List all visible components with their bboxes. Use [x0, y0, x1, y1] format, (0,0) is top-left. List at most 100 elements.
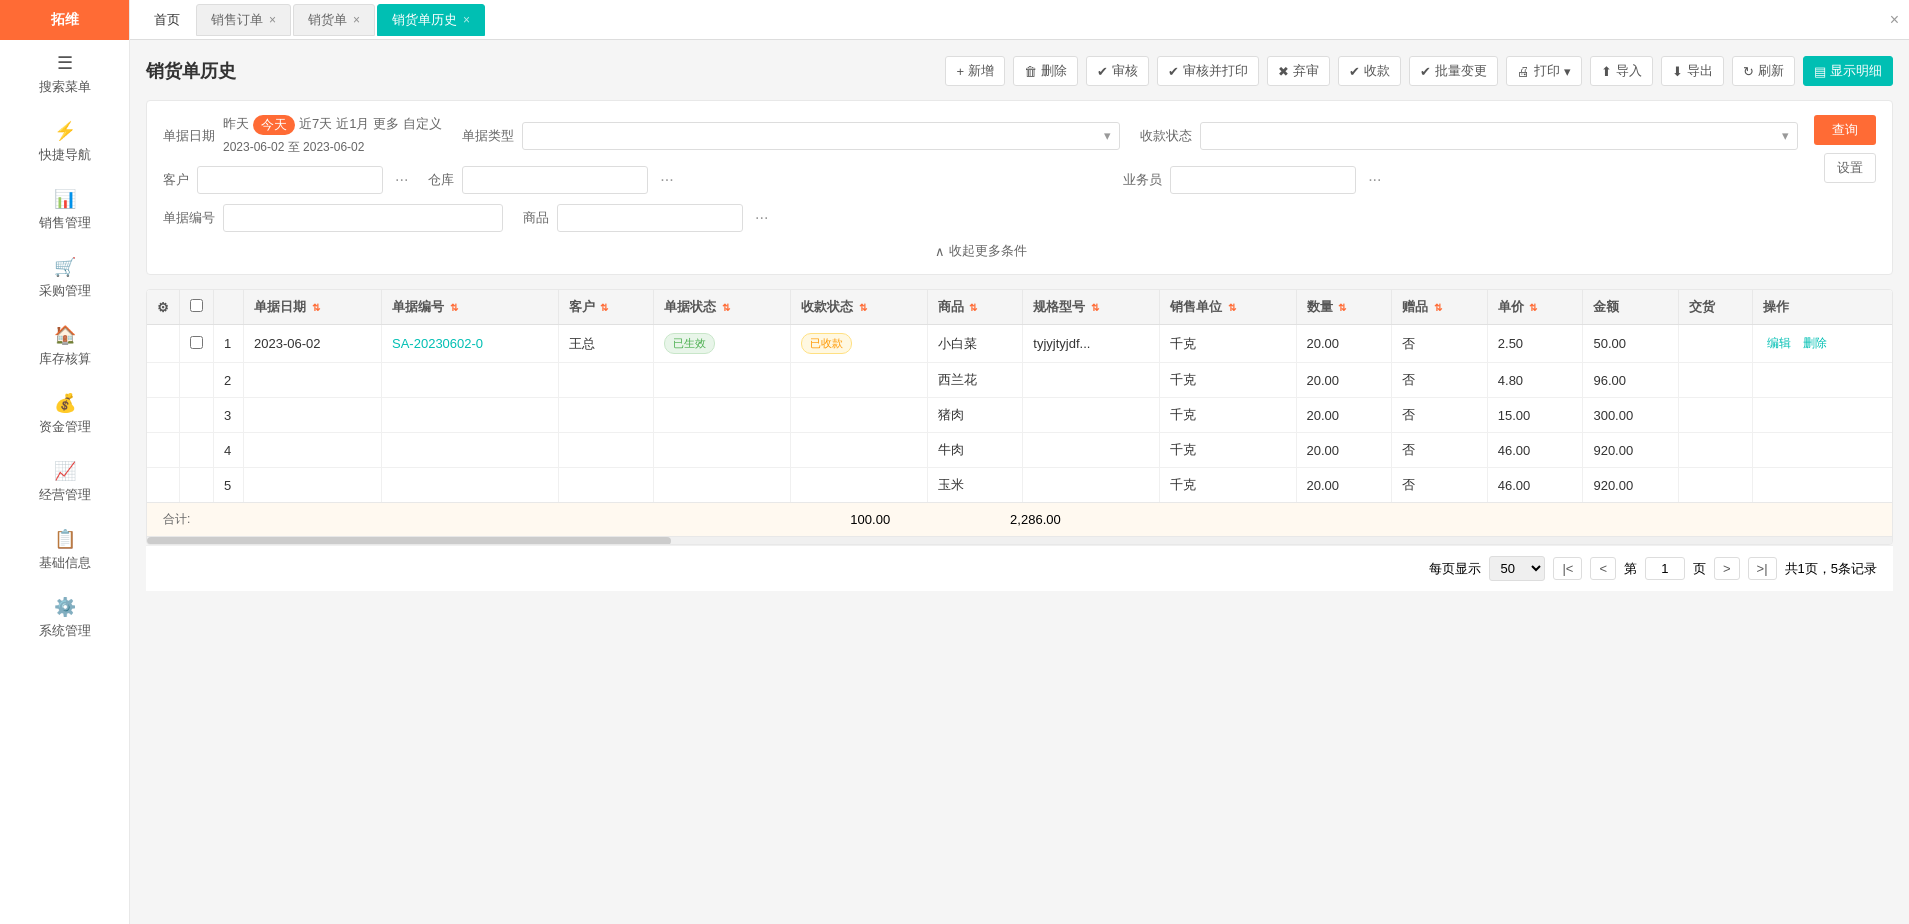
- sidebar-item-finance-mgmt[interactable]: 💰 资金管理: [0, 380, 129, 448]
- last-page-button[interactable]: >|: [1748, 557, 1777, 580]
- sidebar-item-search-menu[interactable]: ☰ 搜索菜单: [0, 40, 129, 108]
- col-customer-cell: [558, 433, 654, 468]
- col-action: 操作: [1753, 290, 1892, 325]
- goods-more-icon[interactable]: ···: [755, 209, 768, 227]
- settings-button[interactable]: 设置: [1824, 153, 1876, 183]
- tab-sales-goods-close[interactable]: ×: [353, 13, 360, 27]
- tab-home[interactable]: 首页: [140, 4, 194, 36]
- purchase-mgmt-icon: 🛒: [54, 256, 76, 278]
- print-button[interactable]: 🖨 打印 ▾: [1506, 56, 1582, 86]
- collect-button[interactable]: ✔ 收款: [1338, 56, 1401, 86]
- col-doc-no[interactable]: 单据编号 ⇅: [382, 290, 559, 325]
- show-detail-button[interactable]: ▤ 显示明细: [1803, 56, 1893, 86]
- sidebar-item-sales-mgmt[interactable]: 📊 销售管理: [0, 176, 129, 244]
- col-unit-price-cell: 2.50: [1487, 325, 1583, 363]
- sidebar-item-inventory[interactable]: 🏠 库存核算: [0, 312, 129, 380]
- doc-type-dropdown-icon[interactable]: ▾: [1104, 128, 1111, 143]
- batch-change-button[interactable]: ✔ 批量变更: [1409, 56, 1498, 86]
- col-settings[interactable]: ⚙: [147, 290, 180, 325]
- staff-more-icon[interactable]: ···: [1368, 171, 1381, 189]
- import-button[interactable]: ⬆ 导入: [1590, 56, 1653, 86]
- col-payment-status-cell: [791, 398, 928, 433]
- customer-input[interactable]: [197, 166, 383, 194]
- tab-bar-close-button[interactable]: ×: [1890, 11, 1899, 29]
- tab-sales-history-close[interactable]: ×: [463, 13, 470, 27]
- col-doc-date[interactable]: 单据日期 ⇅: [244, 290, 382, 325]
- col-goods[interactable]: 商品 ⇅: [927, 290, 1023, 325]
- col-doc-date-cell: [244, 433, 382, 468]
- col-doc-no-cell[interactable]: SA-20230602-0: [382, 325, 559, 363]
- date-quick-1month[interactable]: 近1月: [336, 115, 369, 135]
- query-button[interactable]: 查询: [1814, 115, 1876, 145]
- next-page-button[interactable]: >: [1714, 557, 1740, 580]
- refresh-button[interactable]: ↻ 刷新: [1732, 56, 1795, 86]
- col-settings-cell: [147, 325, 180, 363]
- sidebar-item-quick-nav[interactable]: ⚡ 快捷导航: [0, 108, 129, 176]
- col-gift[interactable]: 赠品 ⇅: [1392, 290, 1488, 325]
- col-unit-price[interactable]: 单价 ⇅: [1487, 290, 1583, 325]
- col-doc-status-cell: [654, 468, 791, 503]
- tab-sales-history[interactable]: 销货单历史 ×: [377, 4, 485, 36]
- abandon-button[interactable]: ✖ 弃审: [1267, 56, 1330, 86]
- table-row: 3 猪肉 千克 20.00 否 15.00 300.00: [147, 398, 1892, 433]
- date-quick-more[interactable]: 更多: [373, 115, 399, 135]
- action-编辑[interactable]: 编辑: [1763, 334, 1795, 352]
- delete-button[interactable]: 🗑 删除: [1013, 56, 1078, 86]
- row-checkbox-0[interactable]: [190, 336, 203, 349]
- filter-date-item: 单据日期 昨天 今天 近7天 近1月 更多 自定义 2: [163, 115, 442, 156]
- sidebar-item-system-mgmt[interactable]: ⚙️ 系统管理: [0, 584, 129, 652]
- per-page-select[interactable]: 50 100: [1489, 556, 1545, 581]
- col-goods-cell: 西兰花: [927, 363, 1023, 398]
- col-goods-cell: 牛肉: [927, 433, 1023, 468]
- customer-more-icon[interactable]: ···: [395, 171, 408, 189]
- filter-goods-label: 商品: [523, 209, 549, 227]
- sidebar-item-basic-info[interactable]: 📋 基础信息: [0, 516, 129, 584]
- date-quick-7days[interactable]: 近7天: [299, 115, 332, 135]
- prev-page-button[interactable]: <: [1590, 557, 1616, 580]
- col-doc-status[interactable]: 单据状态 ⇅: [654, 290, 791, 325]
- review-print-button[interactable]: ✔ 审核并打印: [1157, 56, 1259, 86]
- page-label: 第: [1624, 560, 1637, 578]
- data-table-container: ⚙ 单据日期 ⇅ 单据编号 ⇅ 客户 ⇅ 单据状态 ⇅ 收款状态 ⇅ 商品 ⇅ …: [146, 289, 1893, 545]
- export-button[interactable]: ⬇ 导出: [1661, 56, 1724, 86]
- warehouse-more-icon[interactable]: ···: [660, 171, 673, 189]
- tab-sales-order-close[interactable]: ×: [269, 13, 276, 27]
- staff-input[interactable]: [1170, 166, 1356, 194]
- col-doc-date-cell: [244, 363, 382, 398]
- main-area: 首页 销售订单 × 销货单 × 销货单历史 × × 销货单历史 + 新增: [130, 0, 1909, 924]
- doc-no-input[interactable]: [223, 204, 503, 232]
- select-all-checkbox[interactable]: [190, 299, 203, 312]
- date-quick-custom[interactable]: 自定义: [403, 115, 442, 135]
- table-row: 4 牛肉 千克 20.00 否 46.00 920.00: [147, 433, 1892, 468]
- horizontal-scrollbar[interactable]: [147, 536, 1892, 544]
- sidebar-item-operation-mgmt[interactable]: 📈 经营管理: [0, 448, 129, 516]
- tab-sales-goods[interactable]: 销货单 ×: [293, 4, 375, 36]
- review-button[interactable]: ✔ 审核: [1086, 56, 1149, 86]
- filter-staff-item: 业务员 ···: [1123, 166, 1798, 194]
- col-payment-status[interactable]: 收款状态 ⇅: [791, 290, 928, 325]
- col-doc-no-cell: [382, 433, 559, 468]
- collapse-button[interactable]: ∧ 收起更多条件: [163, 242, 1798, 260]
- col-customer[interactable]: 客户 ⇅: [558, 290, 654, 325]
- date-quick-today[interactable]: 今天: [253, 115, 295, 135]
- col-check[interactable]: [180, 290, 214, 325]
- col-spec-type[interactable]: 规格型号 ⇅: [1023, 290, 1160, 325]
- tab-sales-order[interactable]: 销售订单 ×: [196, 4, 291, 36]
- action-删除[interactable]: 删除: [1799, 334, 1831, 352]
- page-number-input[interactable]: [1645, 557, 1685, 580]
- basic-info-icon: 📋: [54, 528, 76, 550]
- filter-customer-item: 客户 ···: [163, 166, 408, 194]
- first-page-button[interactable]: |<: [1553, 557, 1582, 580]
- date-quick-yesterday[interactable]: 昨天: [223, 115, 249, 135]
- scroll-thumb[interactable]: [147, 537, 671, 545]
- col-quantity[interactable]: 数量 ⇅: [1296, 290, 1392, 325]
- col-doc-date-cell: [244, 398, 382, 433]
- warehouse-input[interactable]: [462, 166, 648, 194]
- col-sales-unit[interactable]: 销售单位 ⇅: [1159, 290, 1296, 325]
- col-row-no-cell: 4: [214, 433, 244, 468]
- payment-status-dropdown-icon[interactable]: ▾: [1782, 128, 1789, 143]
- sidebar-item-purchase-mgmt[interactable]: 🛒 采购管理: [0, 244, 129, 312]
- new-button[interactable]: + 新增: [945, 56, 1005, 86]
- sort-icon-sales-unit: ⇅: [1228, 302, 1236, 313]
- goods-input[interactable]: [557, 204, 743, 232]
